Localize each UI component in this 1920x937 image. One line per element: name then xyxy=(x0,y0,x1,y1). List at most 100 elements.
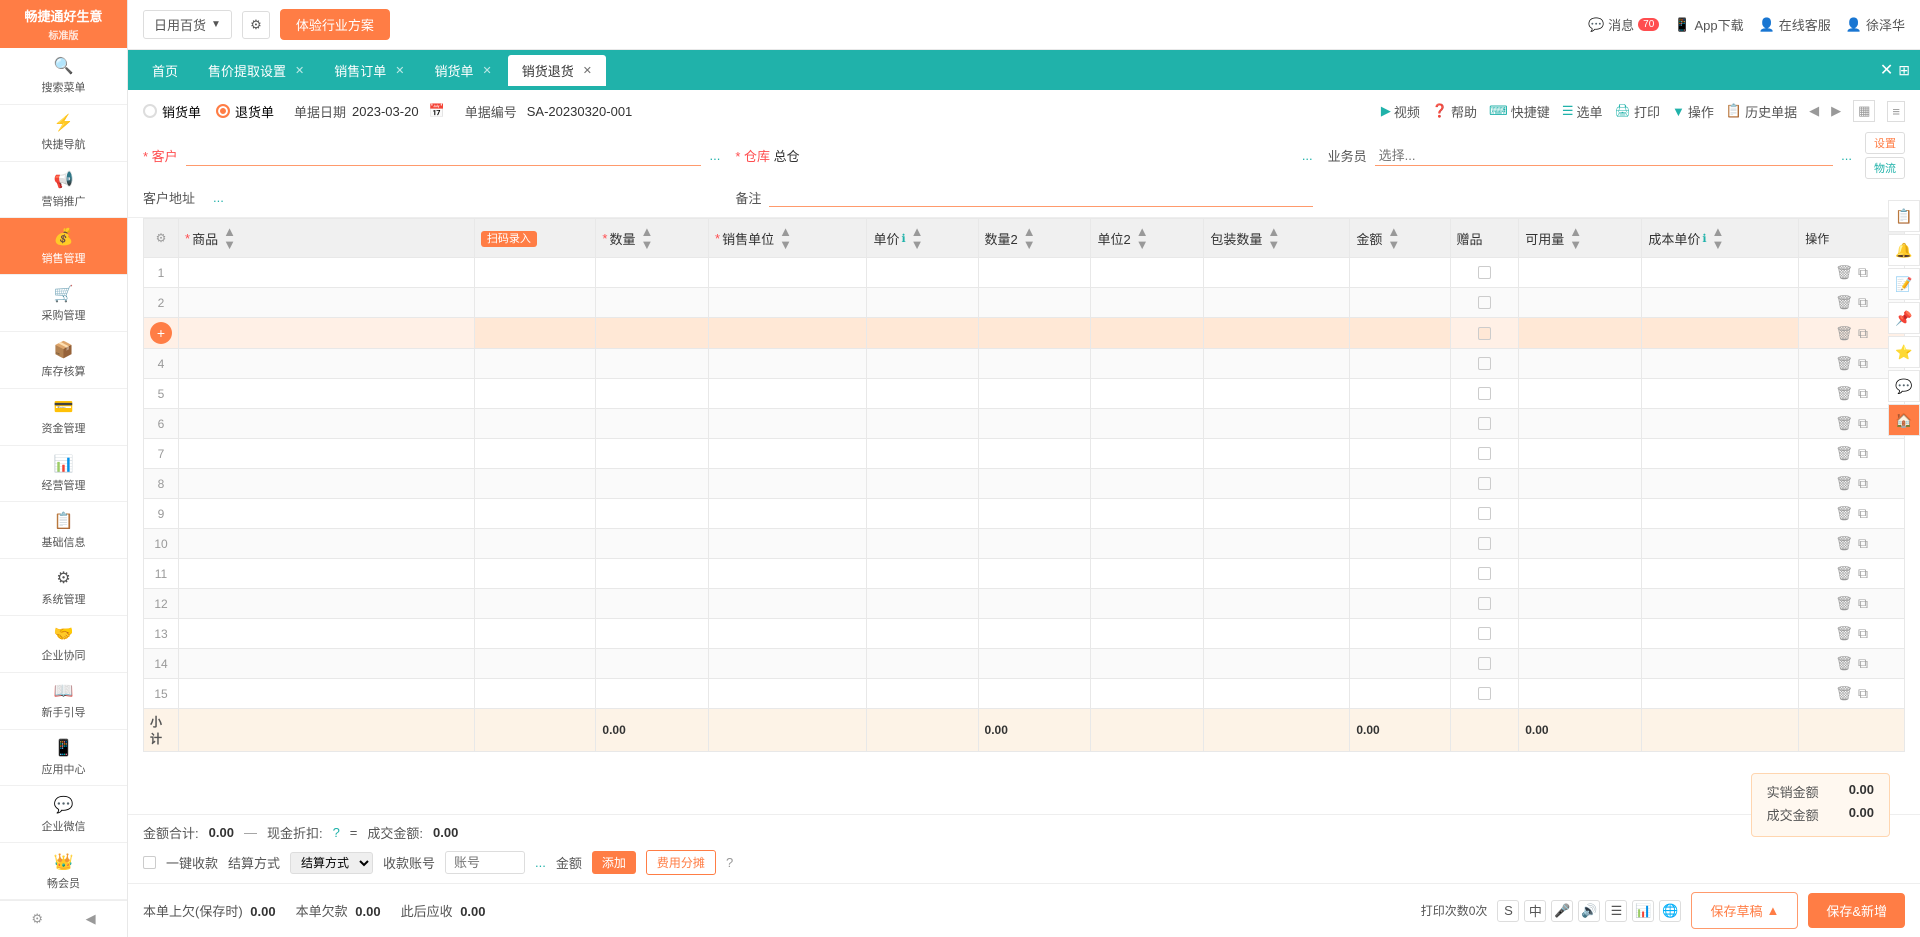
product-cell[interactable] xyxy=(179,529,475,559)
copy-row-icon[interactable]: ⧉ xyxy=(1858,355,1868,372)
pkg-qty-cell[interactable] xyxy=(1204,318,1350,349)
copy-row-icon[interactable]: ⧉ xyxy=(1858,565,1868,582)
pkg-qty-cell[interactable] xyxy=(1204,379,1350,409)
gift-checkbox[interactable] xyxy=(1478,687,1491,700)
unit2-cell[interactable] xyxy=(1091,288,1204,318)
amount-cell[interactable] xyxy=(1350,409,1450,439)
product-cell[interactable] xyxy=(179,559,475,589)
address-dots[interactable]: ... xyxy=(213,190,224,205)
delete-row-icon[interactable]: 🗑 xyxy=(1835,535,1853,552)
available-cell[interactable] xyxy=(1519,318,1642,349)
qty2-cell[interactable] xyxy=(978,469,1091,499)
delete-row-icon[interactable]: 🗑 xyxy=(1835,445,1853,462)
toolbar-icon-2[interactable]: 中 xyxy=(1524,900,1546,922)
unit-cell[interactable] xyxy=(709,288,867,318)
unit2-cell[interactable] xyxy=(1091,409,1204,439)
amount-cell[interactable] xyxy=(1350,559,1450,589)
product-cell[interactable] xyxy=(179,589,475,619)
available-cell[interactable] xyxy=(1519,559,1642,589)
qty2-cell[interactable] xyxy=(978,589,1091,619)
pkg-qty-cell[interactable] xyxy=(1204,679,1350,709)
copy-row-icon[interactable]: ⧉ xyxy=(1858,264,1868,281)
unit-cell[interactable] xyxy=(709,649,867,679)
price-cell[interactable] xyxy=(867,379,978,409)
unit-cell[interactable] xyxy=(709,379,867,409)
qty-cell[interactable] xyxy=(596,288,709,318)
unit-cell[interactable] xyxy=(709,349,867,379)
sidebar-item-wechat[interactable]: 💬 企业微信 xyxy=(0,786,127,843)
amount-sort[interactable]: ▲▼ xyxy=(1387,225,1400,251)
unit-cell[interactable] xyxy=(709,679,867,709)
sidebar-item-members[interactable]: 👑 畅会员 xyxy=(0,843,127,900)
available-cell[interactable] xyxy=(1519,649,1642,679)
operation-btn[interactable]: ▼ 操作 xyxy=(1672,102,1714,121)
toolbar-icon-5[interactable]: ☰ xyxy=(1605,900,1627,922)
qty-cell[interactable] xyxy=(596,379,709,409)
avail-sort[interactable]: ▲▼ xyxy=(1569,225,1582,251)
unit-cell[interactable] xyxy=(709,439,867,469)
delete-row-icon[interactable]: 🗑 xyxy=(1835,475,1853,492)
price-cell[interactable] xyxy=(867,258,978,288)
amount-cell[interactable] xyxy=(1350,469,1450,499)
right-tool-5[interactable]: ⭐ xyxy=(1888,336,1920,368)
delete-row-icon[interactable]: 🗑 xyxy=(1835,415,1853,432)
experience-btn[interactable]: 体验行业方案 xyxy=(280,9,390,40)
qty-cell[interactable] xyxy=(596,469,709,499)
help-icon-small[interactable]: ? xyxy=(333,825,340,840)
cost-price-cell[interactable] xyxy=(1642,529,1799,559)
price-cell[interactable] xyxy=(867,529,978,559)
close-window-icon[interactable]: ✕ xyxy=(1880,60,1893,80)
gift-checkbox[interactable] xyxy=(1478,357,1491,370)
cost-price-cell[interactable] xyxy=(1642,469,1799,499)
one-click-pay-checkbox[interactable] xyxy=(143,856,156,869)
available-cell[interactable] xyxy=(1519,379,1642,409)
amount-cell[interactable] xyxy=(1350,679,1450,709)
cost-price-cell[interactable] xyxy=(1642,409,1799,439)
product-cell[interactable] xyxy=(179,258,475,288)
grid-view-icon[interactable]: ▦ xyxy=(1853,100,1875,122)
th-settings[interactable]: ⚙ xyxy=(144,219,179,258)
maximize-icon[interactable]: ⊞ xyxy=(1898,62,1910,79)
settings-side-btn[interactable]: 设置 xyxy=(1865,132,1905,154)
cost-price-cell[interactable] xyxy=(1642,349,1799,379)
unit2-cell[interactable] xyxy=(1091,499,1204,529)
toolbar-icon-4[interactable]: 🔊 xyxy=(1578,900,1600,922)
qty2-cell[interactable] xyxy=(978,409,1091,439)
delete-row-icon[interactable]: 🗑 xyxy=(1835,625,1853,642)
sidebar-item-inventory[interactable]: 📦 库存核算 xyxy=(0,332,127,389)
sidebar-item-purchase[interactable]: 🛒 采购管理 xyxy=(0,275,127,332)
product-cell[interactable] xyxy=(179,679,475,709)
qty-cell[interactable] xyxy=(596,439,709,469)
sidebar-item-system[interactable]: ⚙ 系统管理 xyxy=(0,559,127,616)
price-cell[interactable] xyxy=(867,318,978,349)
product-input[interactable] xyxy=(185,326,468,340)
available-cell[interactable] xyxy=(1519,469,1642,499)
pkg-qty-cell[interactable] xyxy=(1204,439,1350,469)
toolbar-icon-6[interactable]: 📊 xyxy=(1632,900,1654,922)
pkg-qty-cell[interactable] xyxy=(1204,619,1350,649)
qty-cell[interactable] xyxy=(596,318,709,349)
toolbar-icon-1[interactable]: S xyxy=(1497,900,1519,922)
user-nav-item[interactable]: 👤 徐泽华 xyxy=(1846,15,1905,34)
qty2-cell[interactable] xyxy=(978,679,1091,709)
tab-sales-return[interactable]: 销货退货 ✕ xyxy=(508,55,606,86)
right-tool-4[interactable]: 📌 xyxy=(1888,302,1920,334)
close-tab-icon[interactable]: ✕ xyxy=(583,64,592,77)
copy-row-icon[interactable]: ⧉ xyxy=(1858,385,1868,402)
copy-row-icon[interactable]: ⧉ xyxy=(1858,655,1868,672)
unit-cell[interactable] xyxy=(709,409,867,439)
available-cell[interactable] xyxy=(1519,409,1642,439)
pkg-qty-cell[interactable] xyxy=(1204,529,1350,559)
logistics-side-btn[interactable]: 物流 xyxy=(1865,157,1905,179)
unit-cell[interactable] xyxy=(709,559,867,589)
price-cell[interactable] xyxy=(867,589,978,619)
qty-cell[interactable] xyxy=(596,409,709,439)
cost-price-cell[interactable] xyxy=(1642,559,1799,589)
available-cell[interactable] xyxy=(1519,439,1642,469)
sidebar-item-marketing[interactable]: 📢 营销推广 xyxy=(0,162,127,219)
right-tool-6[interactable]: 💬 xyxy=(1888,370,1920,402)
remark-input[interactable] xyxy=(769,187,1312,207)
copy-row-icon[interactable]: ⧉ xyxy=(1858,685,1868,702)
customer-input[interactable] xyxy=(186,146,702,166)
available-cell[interactable] xyxy=(1519,619,1642,649)
